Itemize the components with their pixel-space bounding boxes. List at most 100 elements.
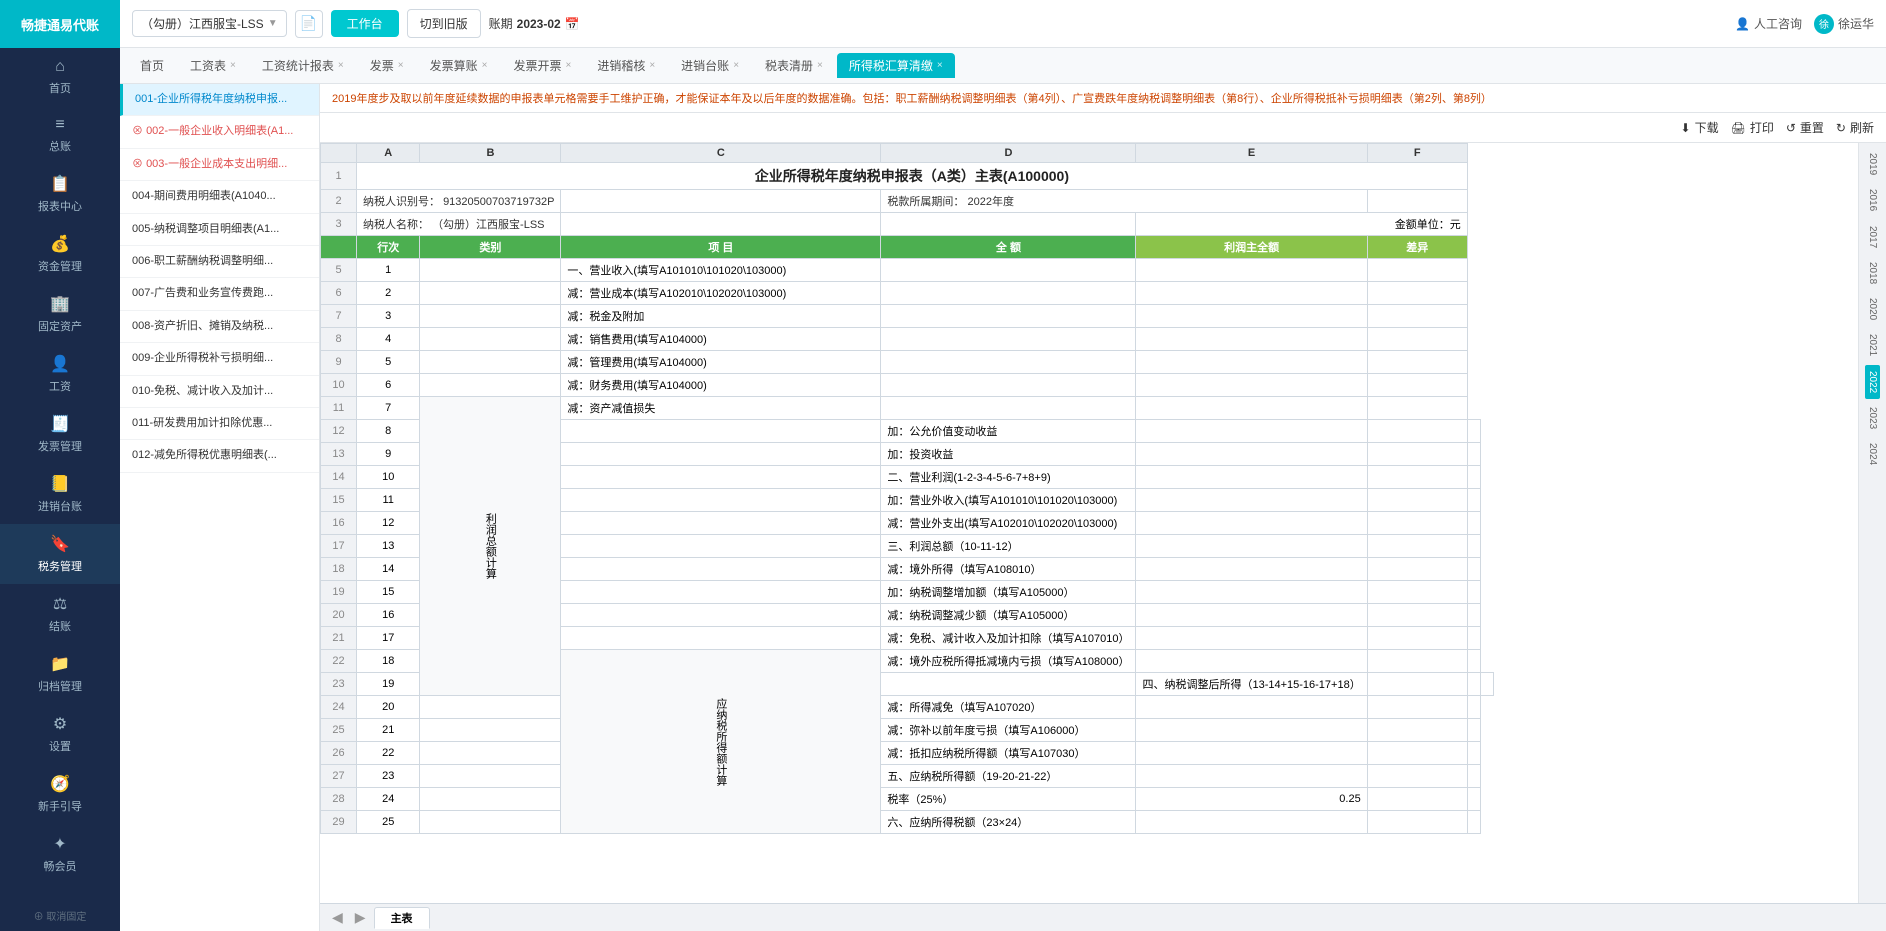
left-panel-item-011[interactable]: 011-研发费用加计扣除优惠... bbox=[120, 408, 319, 440]
tab-invoice[interactable]: 发票 × bbox=[358, 53, 416, 78]
column-header-row: 行次 类别 项 目 全 额 利润主全额 差异 bbox=[321, 236, 1494, 259]
col-e-header: E bbox=[1136, 144, 1367, 163]
tab-close-icon[interactable]: × bbox=[565, 60, 571, 71]
tab-check[interactable]: 进销稽核 × bbox=[585, 53, 667, 78]
left-panel-item-005[interactable]: 005-纳税调整项目明细表(A1... bbox=[120, 214, 319, 246]
table-container[interactable]: A B C D E F 1 企业所 bbox=[320, 143, 1858, 903]
tab-close-icon[interactable]: × bbox=[398, 60, 404, 71]
member-icon: ✦ bbox=[53, 834, 66, 854]
pin-toggle[interactable]: ⊕ 取消固定 bbox=[0, 900, 120, 931]
sidebar-item-label: 总账 bbox=[49, 138, 71, 154]
workspace-button[interactable]: 工作台 bbox=[331, 10, 399, 37]
year-2024[interactable]: 2024 bbox=[1865, 437, 1880, 471]
table-row: 62减：营业成本(填写A102010\102020\103000) bbox=[321, 282, 1494, 305]
tab-close-icon[interactable]: × bbox=[937, 60, 943, 71]
tab-close-icon[interactable]: × bbox=[649, 60, 655, 71]
year-2017[interactable]: 2017 bbox=[1865, 220, 1880, 254]
tab-close-icon[interactable]: × bbox=[338, 60, 344, 71]
nav-tabs: 首页 工资表 × 工资统计报表 × 发票 × 发票算账 × 发票开票 × 进销稽… bbox=[120, 48, 1886, 84]
sidebar-item-assets[interactable]: 🏢 固定资产 bbox=[0, 284, 120, 344]
tab-tax-list[interactable]: 税表清册 × bbox=[753, 53, 835, 78]
sidebar-item-payroll[interactable]: 👤 工资 bbox=[0, 344, 120, 404]
tab-payroll-stats[interactable]: 工资统计报表 × bbox=[250, 53, 356, 78]
sidebar-item-tax[interactable]: 🔖 税务管理 bbox=[0, 524, 120, 584]
table-row: 2723五、应纳税所得额（19-20-21-22） bbox=[321, 765, 1494, 788]
left-panel-item-001[interactable]: 001-企业所得税年度纳税申报... bbox=[120, 84, 319, 116]
year-2021[interactable]: 2021 bbox=[1865, 328, 1880, 362]
print-button[interactable]: 🖨 打印 bbox=[1731, 119, 1774, 136]
app-logo: 畅捷通易代账 bbox=[0, 0, 120, 48]
left-panel-item-006[interactable]: 006-职工薪酬纳税调整明细... bbox=[120, 246, 319, 278]
sidebar-item-reports[interactable]: 📋 报表中心 bbox=[0, 164, 120, 224]
tab-close-icon[interactable]: × bbox=[482, 60, 488, 71]
table-row: 84减：销售费用(填写A104000) bbox=[321, 328, 1494, 351]
tab-payroll[interactable]: 工资表 × bbox=[178, 53, 248, 78]
table-row: 2925六、应纳所得税额（23×24） bbox=[321, 811, 1494, 834]
sidebar-item-general[interactable]: ≡ 总账 bbox=[0, 106, 120, 164]
home-icon: ⌂ bbox=[55, 58, 65, 76]
report-icon: 📋 bbox=[50, 174, 70, 194]
sheet-tab-main[interactable]: 主表 bbox=[374, 907, 430, 929]
asset-icon: 🏢 bbox=[50, 294, 70, 314]
sidebar-item-funds[interactable]: 💰 资金管理 bbox=[0, 224, 120, 284]
left-panel-item-007[interactable]: 007-广告费和业务宣传费跑... bbox=[120, 278, 319, 310]
document-icon-btn[interactable]: 📄 bbox=[295, 10, 323, 38]
warning-banner: 2019年度步及取以前年度延续数据的申报表单元格需要手工维护正确，才能保证本年及… bbox=[320, 84, 1886, 113]
reset-button[interactable]: ↺ 重置 bbox=[1786, 119, 1824, 136]
tab-invoice-open[interactable]: 发票开票 × bbox=[501, 53, 583, 78]
tab-invoice-calc[interactable]: 发票算账 × bbox=[418, 53, 500, 78]
year-2022[interactable]: 2022 bbox=[1865, 365, 1880, 399]
left-panel-item-002[interactable]: 002-一般企业收入明细表(A1... bbox=[120, 116, 319, 148]
sidebar-item-guide[interactable]: 🧭 新手引导 bbox=[0, 764, 120, 824]
switch-version-button[interactable]: 切到旧版 bbox=[407, 9, 481, 38]
tab-tax-settle[interactable]: 所得税汇算清缴 × bbox=[837, 53, 955, 78]
left-panel-item-012[interactable]: 012-减免所得税优惠明细表(... bbox=[120, 440, 319, 472]
year-2018[interactable]: 2018 bbox=[1865, 256, 1880, 290]
sidebar-item-label: 税务管理 bbox=[38, 558, 82, 574]
sidebar-item-invoices[interactable]: 🧾 发票管理 bbox=[0, 404, 120, 464]
close-books-icon: ⚖ bbox=[53, 594, 67, 614]
avatar: 徐 bbox=[1814, 14, 1834, 34]
sidebar-item-sales[interactable]: 📒 进销台账 bbox=[0, 464, 120, 524]
refresh-button[interactable]: ↻ 刷新 bbox=[1836, 119, 1874, 136]
print-icon: 🖨 bbox=[1731, 121, 1746, 135]
table-row: 2 纳税人识别号： 91320500703719732P 税款所属期间： 202… bbox=[321, 190, 1494, 213]
chevron-down-icon: ▼ bbox=[268, 18, 278, 29]
tab-close-icon[interactable]: × bbox=[817, 60, 823, 71]
year-2020[interactable]: 2020 bbox=[1865, 292, 1880, 326]
table-row: 2420减：所得减免（填写A107020） bbox=[321, 696, 1494, 719]
user-profile[interactable]: 徐 徐运华 bbox=[1814, 14, 1874, 34]
tab-home[interactable]: 首页 bbox=[128, 53, 176, 78]
ai-consult[interactable]: 👤 人工咨询 bbox=[1735, 15, 1802, 32]
sidebar-item-label: 畅会员 bbox=[44, 858, 77, 874]
sheet-next-icon[interactable]: ▶ bbox=[351, 909, 370, 926]
year-panel: 2019 2016 2017 2018 2020 2021 2022 2023 … bbox=[1858, 143, 1886, 903]
tab-ledger[interactable]: 进销台账 × bbox=[669, 53, 751, 78]
main-sheet-table: A B C D E F 1 企业所 bbox=[320, 143, 1494, 834]
table-row: 2824税率（25%）0.25 bbox=[321, 788, 1494, 811]
year-2016[interactable]: 2016 bbox=[1865, 183, 1880, 217]
sheet-prev-icon[interactable]: ◀ bbox=[328, 909, 347, 926]
calendar-icon[interactable]: 📅 bbox=[565, 17, 580, 31]
tab-close-icon[interactable]: × bbox=[230, 60, 236, 71]
col-d-header: D bbox=[881, 144, 1136, 163]
sidebar-item-close[interactable]: ⚖ 结账 bbox=[0, 584, 120, 644]
sidebar-item-settings[interactable]: ⚙ 设置 bbox=[0, 704, 120, 764]
year-2023[interactable]: 2023 bbox=[1865, 401, 1880, 435]
left-panel-item-009[interactable]: 009-企业所得税补亏损明细... bbox=[120, 343, 319, 375]
col-num-header bbox=[321, 144, 357, 163]
sidebar-item-label: 报表中心 bbox=[38, 198, 82, 214]
left-panel-item-003[interactable]: 003-一般企业成本支出明细... bbox=[120, 149, 319, 181]
left-panel-item-008[interactable]: 008-资产折旧、摊销及纳税... bbox=[120, 311, 319, 343]
left-panel-item-010[interactable]: 010-免税、减计收入及加计... bbox=[120, 376, 319, 408]
sidebar-item-label: 归档管理 bbox=[38, 678, 82, 694]
sidebar-item-archive[interactable]: 📁 归档管理 bbox=[0, 644, 120, 704]
spreadsheet-area: A B C D E F 1 企业所 bbox=[320, 143, 1886, 903]
sidebar-item-member[interactable]: ✦ 畅会员 bbox=[0, 824, 120, 884]
year-2019[interactable]: 2019 bbox=[1865, 147, 1880, 181]
tab-close-icon[interactable]: × bbox=[733, 60, 739, 71]
download-button[interactable]: ⬇ 下载 bbox=[1681, 119, 1719, 136]
company-selector[interactable]: （勾册）江西服宝-LSS ▼ bbox=[132, 10, 287, 37]
sidebar-item-home[interactable]: ⌂ 首页 bbox=[0, 48, 120, 106]
left-panel-item-004[interactable]: 004-期间费用明细表(A1040... bbox=[120, 181, 319, 213]
